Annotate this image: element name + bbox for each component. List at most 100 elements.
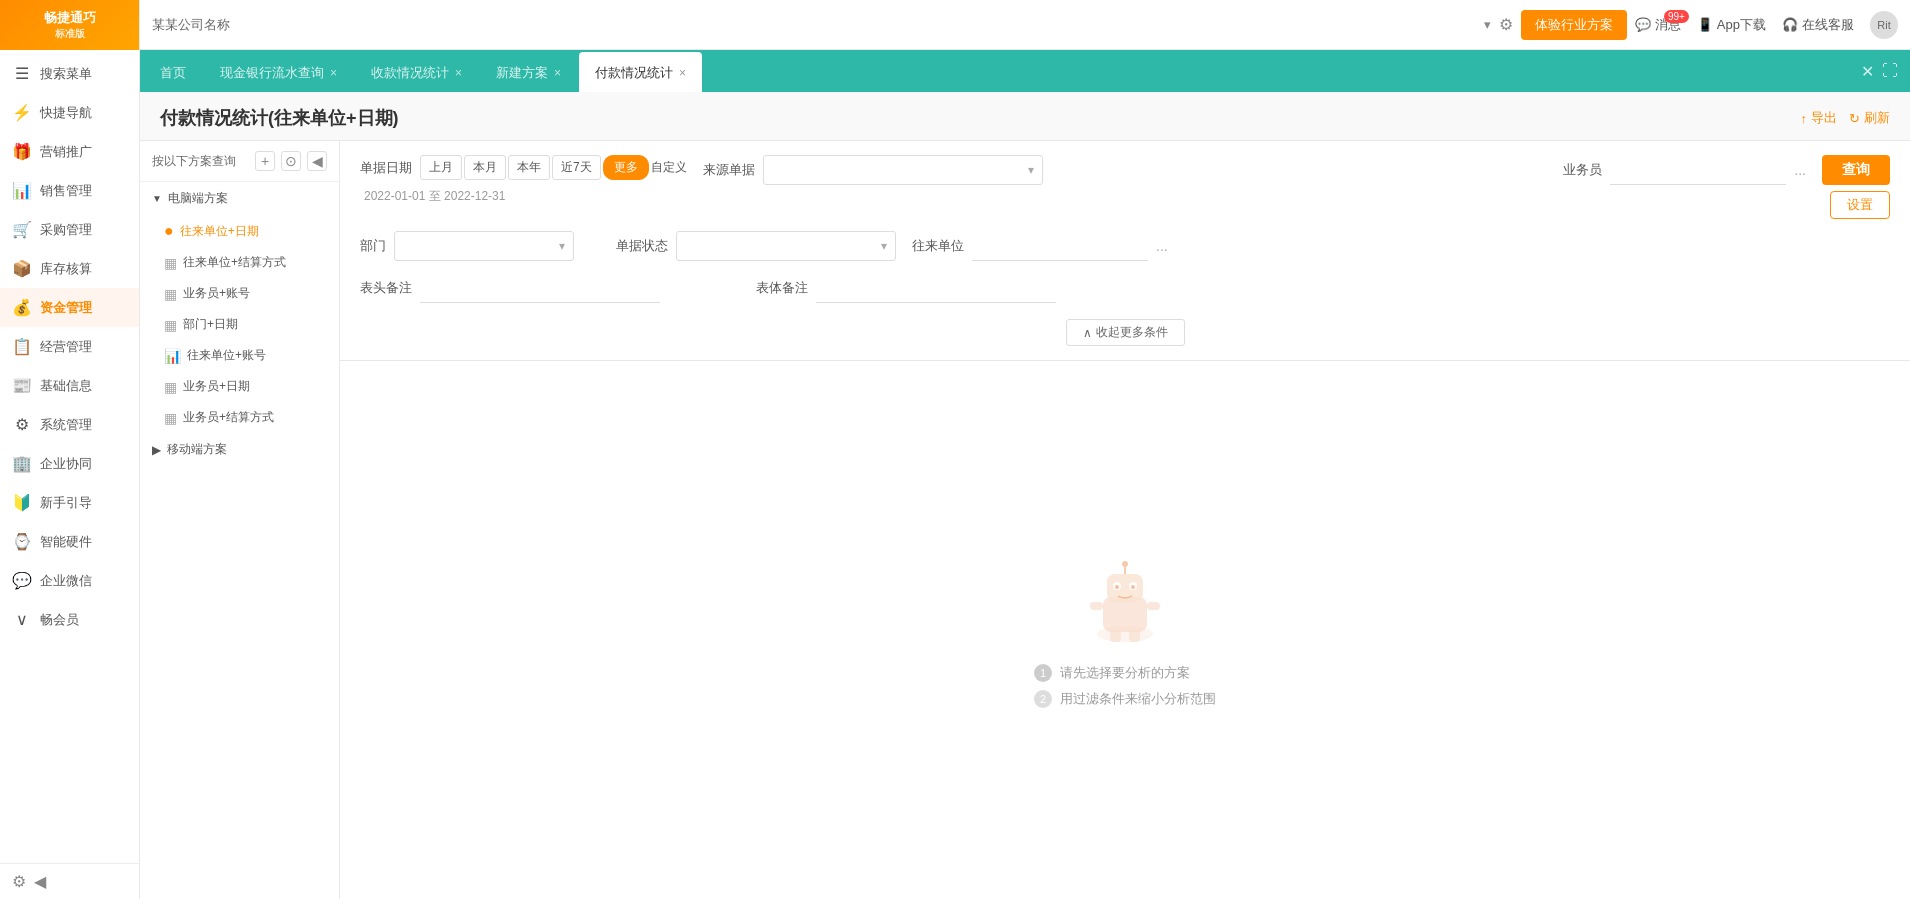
svg-rect-1 [1103,597,1147,632]
sidebar-item-sales[interactable]: 📊 销售管理 [0,171,139,210]
sidebar-menu: ☰ 搜索菜单 ⚡ 快捷导航 🎁 营销推广 📊 销售管理 🛒 采购管理 📦 库存核… [0,50,139,863]
scheme-item-dept-date[interactable]: ▦ 部门+日期 [140,309,339,340]
sidebar-item-funds[interactable]: 💰 资金管理 [0,288,139,327]
scheme-item-partner-date[interactable]: ● 往来单位+日期 [140,215,339,247]
query-button[interactable]: 查询 [1822,155,1890,185]
scheme-staff-account-icon: ▦ [164,286,177,302]
sidebar-item-inventory[interactable]: 📦 库存核算 [0,249,139,288]
tab-payment-stat[interactable]: 付款情况统计 × [579,52,702,92]
filter-actions: 查询 设置 [1822,155,1890,219]
date-btn-this-month[interactable]: 本月 [464,155,506,180]
tab-new-scheme-close[interactable]: × [554,66,561,80]
sidebar-item-operation[interactable]: 📋 经营管理 [0,327,139,366]
logo-title: 畅捷通巧 [44,9,96,27]
add-scheme-icon[interactable]: + [255,151,275,171]
tab-collection[interactable]: 收款情况统计 × [355,54,478,92]
voucher-status-select[interactable]: ▾ [676,231,896,261]
sidebar-item-purchase[interactable]: 🛒 采购管理 [0,210,139,249]
sidebar-item-search[interactable]: ☰ 搜索菜单 [0,54,139,93]
sidebar-item-guide[interactable]: 🔰 新手引导 [0,483,139,522]
scheme-item-staff-account[interactable]: ▦ 业务员+账号 [140,278,339,309]
user-avatar[interactable]: Rit [1870,11,1898,39]
scheme-settings-icon[interactable]: ⊙ [281,151,301,171]
tab-collection-close[interactable]: × [455,66,462,80]
date-btn-7days[interactable]: 近7天 [552,155,601,180]
sidebar-item-basic-info[interactable]: 📰 基础信息 [0,366,139,405]
tab-payment-stat-close[interactable]: × [679,66,686,80]
tabbar-right-controls: ✕ ⛶ [1861,50,1906,92]
sidebar-item-hardware[interactable]: ⌚ 智能硬件 [0,522,139,561]
tab-home[interactable]: 首页 [144,54,202,92]
sidebar-item-wechat[interactable]: 💬 企业微信 [0,561,139,600]
close-all-tabs-icon[interactable]: ✕ [1861,62,1874,81]
date-btn-more[interactable]: 更多 [603,155,649,180]
collapse-icon: ∧ [1083,326,1092,340]
fullscreen-icon[interactable]: ⛶ [1882,62,1898,80]
wechat-icon: 💬 [12,571,32,590]
date-btn-last-month[interactable]: 上月 [420,155,462,180]
sidebar-item-system[interactable]: ⚙ 系统管理 [0,405,139,444]
export-button[interactable]: ↑ 导出 [1801,109,1838,127]
empty-state: 1 请先选择要分析的方案 2 用过滤条件来缩小分析范围 [340,361,1910,899]
scheme-item-partner-settle[interactable]: ▦ 往来单位+结算方式 [140,247,339,278]
staff-dots-btn[interactable]: ... [1794,162,1806,178]
empty-tip-2: 2 用过滤条件来缩小分析范围 [1034,690,1216,708]
partner-input[interactable] [972,231,1148,261]
section-mobile-header[interactable]: ▶ 移动端方案 [140,433,339,466]
table-body-note-label: 表体备注 [756,279,808,297]
sidebar-item-company[interactable]: 🏢 企业协同 [0,444,139,483]
topbar-settings-icon[interactable]: ⚙ [1499,15,1513,34]
settings-button[interactable]: 设置 [1830,191,1890,219]
sidebar-label-wechat: 企业微信 [40,572,92,590]
source-select[interactable]: ▾ [763,155,1043,185]
app-download-item[interactable]: 📱 App下载 [1697,16,1766,34]
scheme-partner-date-icon: ● [164,222,174,240]
sidebar-item-member[interactable]: ∨ 畅会员 [0,600,139,639]
sidebar-label-purchase: 采购管理 [40,221,92,239]
sidebar-item-quick-nav[interactable]: ⚡ 快捷导航 [0,93,139,132]
page-header-actions: ↑ 导出 ↻ 刷新 [1801,109,1891,127]
message-icon-item[interactable]: 💬 消息 99+ [1635,16,1681,34]
logo-subtitle: 标准版 [55,27,85,41]
svg-rect-10 [1147,602,1160,610]
scheme-item-partner-account[interactable]: 📊 往来单位+账号 [140,340,339,371]
industry-btn[interactable]: 体验行业方案 [1521,10,1627,40]
export-icon: ↑ [1801,111,1808,126]
tab-bank-flow-close[interactable]: × [330,66,337,80]
company-icon: 🏢 [12,454,32,473]
scheme-item-staff-settle[interactable]: ▦ 业务员+结算方式 [140,402,339,433]
tab-bank-flow[interactable]: 现金银行流水查询 × [204,54,353,92]
collapse-panel-icon[interactable]: ◀ [307,151,327,171]
tab-new-scheme[interactable]: 新建方案 × [480,54,577,92]
svg-point-8 [1131,585,1135,589]
scheme-item-staff-date[interactable]: ▦ 业务员+日期 [140,371,339,402]
voucher-status-label: 单据状态 [616,237,668,255]
service-icon: 🎧 [1782,17,1798,32]
tip-num-2: 2 [1034,690,1052,708]
hardware-icon: ⌚ [12,532,32,551]
tip-text-2: 用过滤条件来缩小分析范围 [1060,690,1216,708]
staff-input[interactable] [1610,155,1786,185]
sidebar-item-marketing[interactable]: 🎁 营销推广 [0,132,139,171]
footer-collapse-icon[interactable]: ◀ [34,872,46,891]
table-body-note-input[interactable] [816,273,1056,303]
scheme-partner-settle-icon: ▦ [164,255,177,271]
source-label: 来源单据 [703,161,755,179]
refresh-button[interactable]: ↻ 刷新 [1849,109,1890,127]
company-name: 某某公司名称 [152,16,1476,34]
online-service-item[interactable]: 🎧 在线客服 [1782,16,1854,34]
company-dropdown-arrow[interactable]: ▾ [1484,17,1491,32]
partner-dots-btn[interactable]: ... [1156,238,1168,254]
app-label: App下载 [1717,16,1766,34]
sidebar-label-system: 系统管理 [40,416,92,434]
collapse-conditions-button[interactable]: ∧ 收起更多条件 [1066,319,1185,346]
member-icon: ∨ [12,610,32,629]
footer-settings-icon[interactable]: ⚙ [12,872,26,891]
section-pc-header[interactable]: ▼ 电脑端方案 [140,182,339,215]
service-label: 在线客服 [1802,16,1854,34]
date-btn-this-year[interactable]: 本年 [508,155,550,180]
operation-icon: 📋 [12,337,32,356]
table-header-note-input[interactable] [420,273,660,303]
avatar-text: Rit [1877,19,1890,31]
dept-select[interactable]: ▾ [394,231,574,261]
